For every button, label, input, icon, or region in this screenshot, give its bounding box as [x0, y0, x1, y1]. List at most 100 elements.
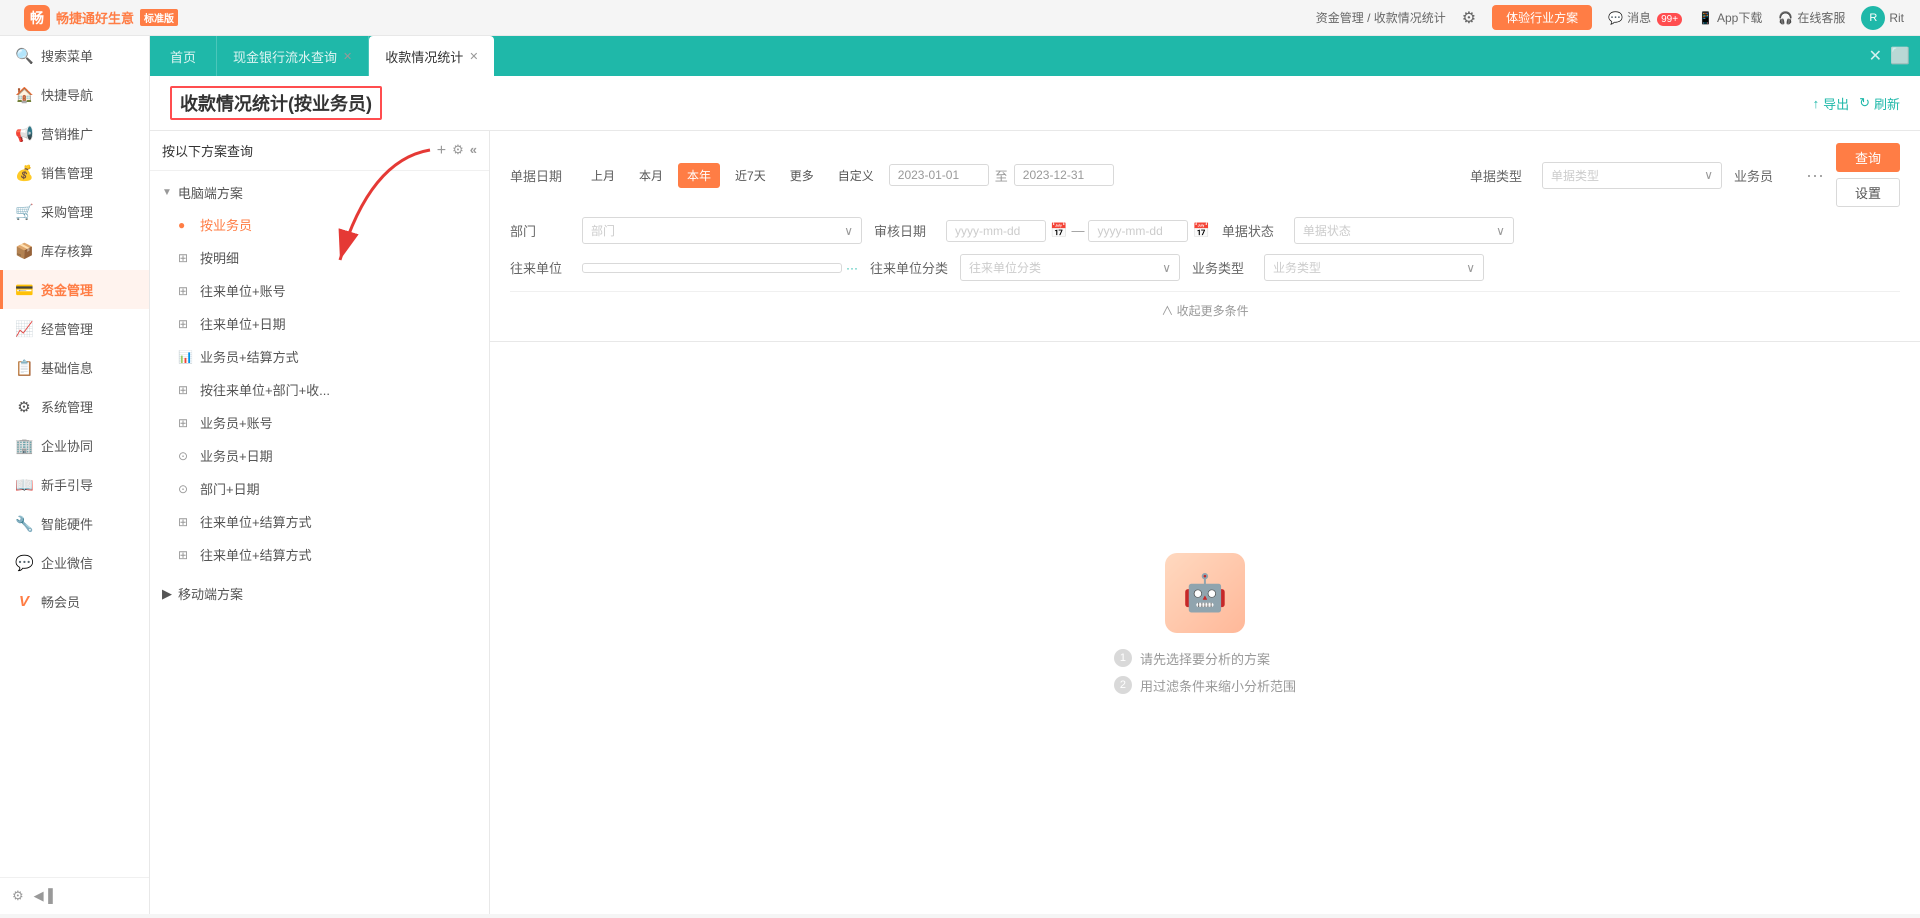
dept-select[interactable]: 部门 ∨: [582, 217, 862, 244]
doc-type-value: 单据类型: [1551, 167, 1599, 184]
scheme-ca-icon: ⊞: [178, 284, 194, 298]
counterpart-more-btn[interactable]: ···: [846, 261, 858, 275]
scheme-sacct-icon: ⊞: [178, 416, 194, 430]
refresh-icon: ↻: [1859, 95, 1870, 111]
review-date-to[interactable]: yyyy-mm-dd: [1088, 220, 1188, 242]
empty-step-1: 1 请先选择要分析的方案: [1114, 649, 1296, 668]
salesperson-more-icon[interactable]: ···: [1806, 165, 1824, 186]
empty-robot-icon: 🤖: [1165, 553, 1245, 633]
query-btn[interactable]: 查询: [1836, 143, 1900, 172]
export-btn[interactable]: ↑ 导出: [1813, 94, 1850, 113]
page-actions: ↑ 导出 ↻ 刷新: [1813, 94, 1900, 113]
tab-bank[interactable]: 现金银行流水查询 ✕: [217, 36, 369, 76]
tab-receipt-close[interactable]: ✕: [469, 50, 478, 63]
tab-receipt[interactable]: 收款情况统计 ✕: [369, 36, 494, 76]
refresh-btn[interactable]: ↻ 刷新: [1859, 94, 1900, 113]
doc-status-value: 单据状态: [1303, 222, 1351, 239]
collapse-sidebar-icon[interactable]: ◀▐: [34, 888, 53, 904]
date-to-input[interactable]: 2023-12-31: [1014, 164, 1114, 186]
review-date-control: yyyy-mm-dd 📅 — yyyy-mm-dd 📅: [946, 220, 1210, 242]
date-btn-this-month[interactable]: 本月: [630, 163, 672, 188]
date-btn-more[interactable]: 更多: [781, 163, 823, 188]
scheme-ss-icon: 📊: [178, 350, 194, 364]
sidebar-item-guide[interactable]: 📖 新手引导: [0, 465, 149, 504]
biz-type-select[interactable]: 业务类型 ∨: [1264, 254, 1484, 281]
app-download-btn[interactable]: 📱 App下载: [1698, 9, 1762, 26]
collapse-more-btn[interactable]: ∧ 收起更多条件: [510, 291, 1900, 329]
salesperson-label: 业务员: [1734, 166, 1794, 185]
sidebar-item-basic[interactable]: 📋 基础信息: [0, 348, 149, 387]
doc-type-label: 单据类型: [1470, 166, 1530, 185]
step-num-1: 1: [1114, 649, 1132, 667]
date-from-input[interactable]: 2023-01-01: [889, 164, 989, 186]
scheme-item-salesperson-settlement[interactable]: 📊 业务员+结算方式: [150, 340, 489, 373]
sidebar-item-finance[interactable]: 💳 资金管理: [0, 270, 149, 309]
collapse-panel-btn[interactable]: «: [470, 142, 477, 160]
scheme-cs2-icon: ⊞: [178, 548, 194, 562]
scheme-settings-btn[interactable]: ⚙: [452, 142, 464, 160]
review-date-to-calendar-icon[interactable]: 📅: [1192, 222, 1209, 239]
setting-btn[interactable]: 设置: [1836, 178, 1900, 207]
sidebar-item-inventory[interactable]: 📦 库存核算: [0, 231, 149, 270]
scheme-item-by-salesperson[interactable]: ● 按业务员: [150, 208, 489, 241]
date-btn-custom[interactable]: 自定义: [829, 163, 883, 188]
scheme-item-salesperson-account[interactable]: ⊞ 业务员+账号: [150, 406, 489, 439]
tab-bank-close[interactable]: ✕: [343, 50, 352, 63]
system-icon: ⚙: [15, 398, 33, 416]
sidebar-item-member[interactable]: V 畅会员: [0, 582, 149, 621]
review-date-from[interactable]: yyyy-mm-dd: [946, 220, 1046, 242]
window-maximize-icon[interactable]: ⬜: [1890, 46, 1910, 66]
counterpart-input[interactable]: [582, 263, 842, 273]
edition-badge: 标准版: [140, 9, 178, 26]
scheme-item-counterpart-settle1[interactable]: ⊞ 往来单位+结算方式: [150, 505, 489, 538]
doc-type-select[interactable]: 单据类型 ∨: [1542, 162, 1722, 189]
filter-area: 单据日期 上月 本月 本年 近7天 更多 自定义 2023-01-01 至 20…: [490, 131, 1920, 342]
date-btn-this-year[interactable]: 本年: [678, 163, 720, 188]
scheme-detail-icon: ⊞: [178, 251, 194, 265]
sidebar-item-system[interactable]: ⚙ 系统管理: [0, 387, 149, 426]
date-btn-7days[interactable]: 近7天: [726, 163, 775, 188]
desktop-scheme-group-title[interactable]: ▼ 电脑端方案: [150, 177, 489, 208]
sidebar-item-quick-nav[interactable]: 🏠 快捷导航: [0, 75, 149, 114]
sidebar-item-operation[interactable]: 📈 经营管理: [0, 309, 149, 348]
scheme-item-by-detail[interactable]: ⊞ 按明细: [150, 241, 489, 274]
export-icon: ↑: [1813, 96, 1820, 111]
scheme-item-salesperson-date[interactable]: ⊙ 业务员+日期: [150, 439, 489, 472]
tab-home[interactable]: 首页: [150, 36, 217, 76]
settings-bottom-icon[interactable]: ⚙: [12, 888, 24, 904]
enterprise-icon: 🏢: [15, 437, 33, 455]
wechat-icon: 💬: [15, 554, 33, 572]
doc-status-select[interactable]: 单据状态 ∨: [1294, 217, 1514, 244]
mobile-scheme-group[interactable]: ▶ 移动端方案: [150, 577, 489, 610]
sidebar-item-search[interactable]: 🔍 搜索菜单: [0, 36, 149, 75]
trial-btn[interactable]: 体验行业方案: [1492, 5, 1592, 30]
member-icon: V: [15, 593, 33, 610]
sidebar: 🔍 搜索菜单 🏠 快捷导航 📢 营销推广 💰 销售管理 🛒 采购管理 📦: [0, 36, 150, 914]
sidebar-item-smart-hw[interactable]: 🔧 智能硬件: [0, 504, 149, 543]
left-panel-header: 按以下方案查询 + ⚙ «: [150, 131, 489, 171]
sidebar-item-enterprise[interactable]: 🏢 企业协同: [0, 426, 149, 465]
sidebar-item-marketing[interactable]: 📢 营销推广: [0, 114, 149, 153]
counterpart-cat-select[interactable]: 往来单位分类 ∨: [960, 254, 1180, 281]
operation-icon: 📈: [15, 320, 33, 338]
scheme-item-counterpart-settle2[interactable]: ⊞ 往来单位+结算方式: [150, 538, 489, 571]
scheme-item-counterpart-account[interactable]: ⊞ 往来单位+账号: [150, 274, 489, 307]
review-date-from-calendar-icon[interactable]: 📅: [1050, 222, 1067, 239]
scheme-item-dept-date[interactable]: ⊙ 部门+日期: [150, 472, 489, 505]
user-avatar[interactable]: R Rit: [1861, 6, 1904, 30]
scheme-item-counterpart-dept[interactable]: ⊞ 按往来单位+部门+收...: [150, 373, 489, 406]
add-scheme-btn[interactable]: +: [437, 142, 446, 160]
guide-icon: 📖: [15, 476, 33, 494]
sidebar-item-wechat[interactable]: 💬 企业微信: [0, 543, 149, 582]
sidebar-item-sales[interactable]: 💰 销售管理: [0, 153, 149, 192]
scheme-item-counterpart-date[interactable]: ⊞ 往来单位+日期: [150, 307, 489, 340]
messages-btn[interactable]: 💬 消息 99+: [1608, 9, 1682, 26]
step-num-2: 2: [1114, 676, 1132, 694]
gear-icon[interactable]: ⚙: [1462, 8, 1476, 28]
scheme-cd-icon: ⊞: [178, 317, 194, 331]
online-service-btn[interactable]: 🎧 在线客服: [1778, 9, 1845, 26]
inventory-icon: 📦: [15, 242, 33, 260]
date-btn-last-month[interactable]: 上月: [582, 163, 624, 188]
window-minimize-icon[interactable]: ✕: [1869, 46, 1882, 66]
sidebar-item-purchase[interactable]: 🛒 采购管理: [0, 192, 149, 231]
